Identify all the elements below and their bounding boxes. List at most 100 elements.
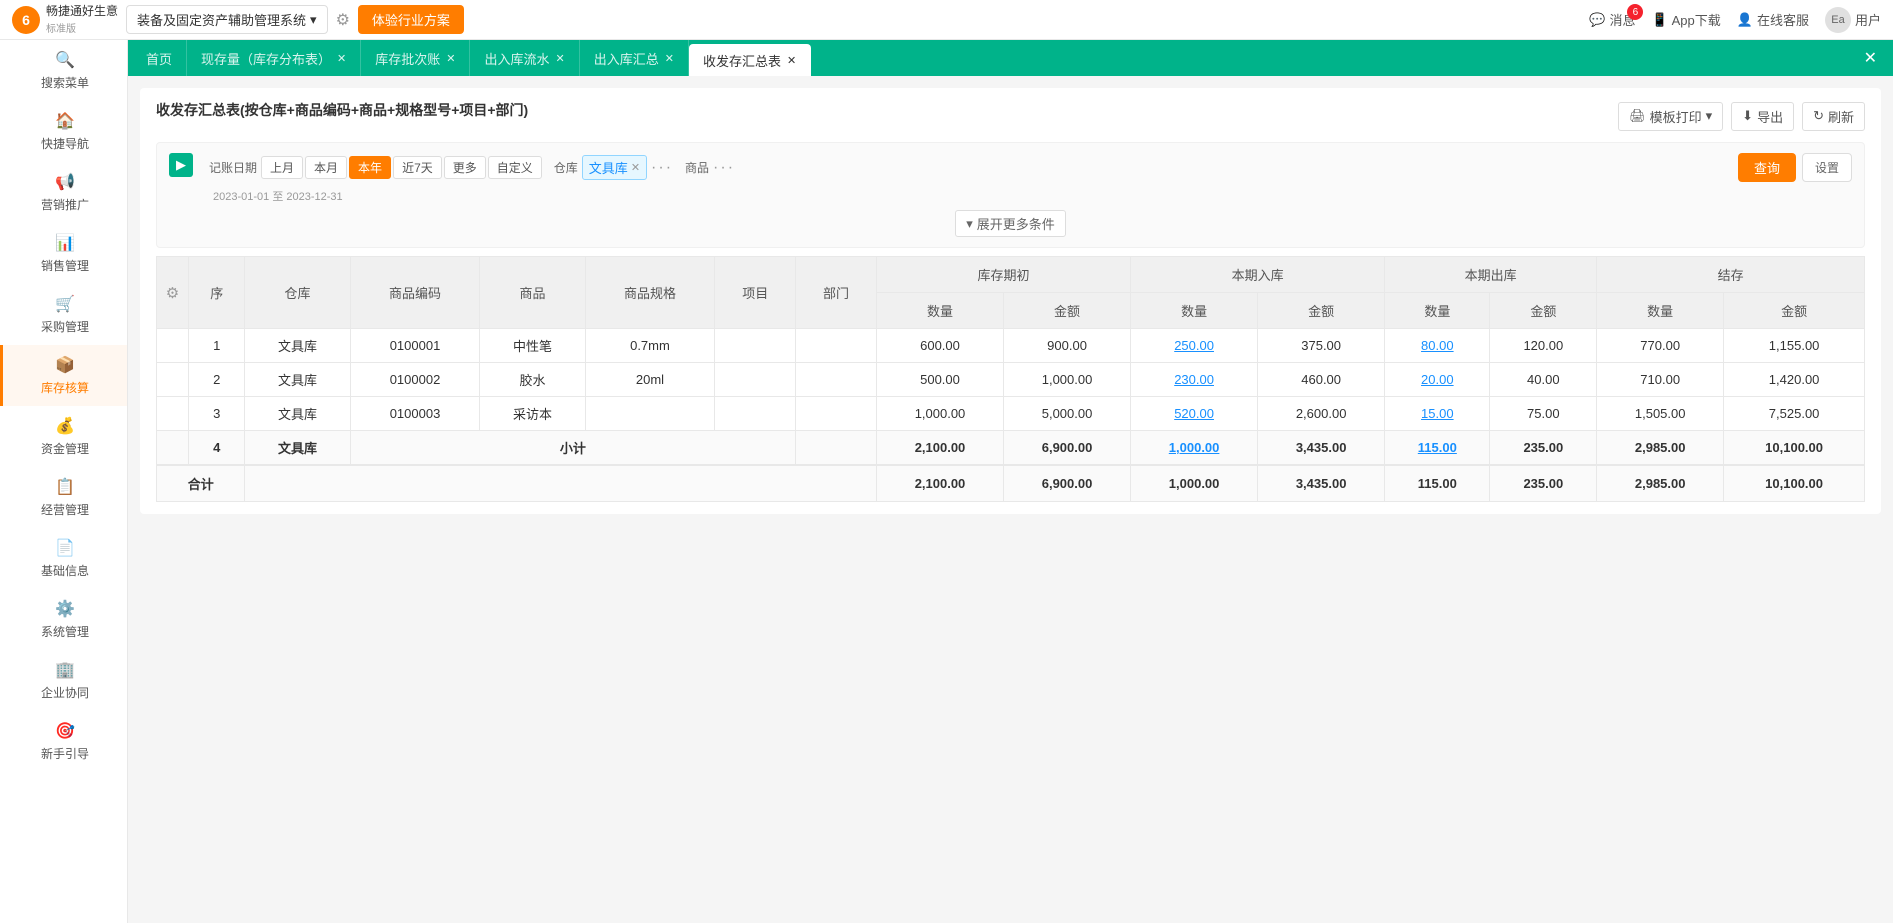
sidebar-item-enterprise[interactable]: 🏢 企业协同 — [0, 650, 127, 711]
message-item[interactable]: 💬 消息 6 — [1589, 10, 1635, 29]
tab-inventory-dist-label: 现存量（库存分布表） — [201, 49, 331, 68]
tab-inout-flow-close[interactable]: ✕ — [556, 52, 565, 65]
row-spec: 20ml — [585, 363, 715, 397]
tab-inventory-dist-close[interactable]: ✕ — [337, 52, 346, 65]
date-btn-custom[interactable]: 自定义 — [488, 156, 542, 179]
sidebar-item-operations[interactable]: 📋 经营管理 — [0, 467, 127, 528]
total-spacer — [245, 465, 877, 502]
col-closing-amt: 金额 — [1724, 293, 1865, 329]
subtotal-in-qty[interactable]: 1,000.00 — [1131, 431, 1258, 466]
finance-icon: 💰 — [55, 416, 75, 436]
sidebar-label-operations: 经营管理 — [41, 501, 89, 518]
sidebar-item-marketing[interactable]: 📢 营销推广 — [0, 162, 127, 223]
row-settings — [157, 329, 189, 363]
col-closing-group: 结存 — [1597, 257, 1865, 293]
row-name: 胶水 — [480, 363, 585, 397]
total-close-qty: 2,985.00 — [1597, 465, 1724, 502]
user-item[interactable]: Ea 用户 — [1825, 7, 1881, 33]
row-out-qty[interactable]: 20.00 — [1385, 363, 1490, 397]
user-label: 用户 — [1855, 10, 1881, 29]
row-in-qty[interactable]: 230.00 — [1131, 363, 1258, 397]
row-in-qty[interactable]: 520.00 — [1131, 397, 1258, 431]
row-in-qty[interactable]: 250.00 — [1131, 329, 1258, 363]
top-bar: 6 畅捷通好生意 标准版 装备及固定资产辅助管理系统 ▾ ⚙ 体验行业方案 💬 … — [0, 0, 1893, 40]
gear-icon[interactable]: ⚙ — [336, 10, 350, 30]
app-name: 畅捷通好生意 — [46, 4, 118, 20]
filter-arrow-btn[interactable]: ▶ — [169, 153, 193, 177]
sidebar-item-sales[interactable]: 📊 销售管理 — [0, 223, 127, 284]
tab-inventory-dist[interactable]: 现存量（库存分布表） ✕ — [187, 40, 361, 76]
tab-home[interactable]: 首页 — [132, 40, 187, 76]
row-num: 3 — [189, 397, 245, 431]
col-in-qty: 数量 — [1131, 293, 1258, 329]
template-print-label: 模板打印 — [1650, 107, 1702, 126]
sidebar: 🔍 搜索菜单 🏠 快捷导航 📢 营销推广 📊 销售管理 🛒 采购管理 📦 库存核… — [0, 40, 128, 923]
tab-batch-account-label: 库存批次账 — [375, 49, 440, 68]
query-button[interactable]: 查询 — [1738, 153, 1796, 182]
tab-batch-account[interactable]: 库存批次账 ✕ — [361, 40, 470, 76]
export-icon: ⬇ — [1742, 108, 1753, 124]
sidebar-item-newbie[interactable]: 🎯 新手引导 — [0, 711, 127, 772]
tab-bar-close-all[interactable]: ✕ — [1852, 48, 1889, 68]
sidebar-item-system[interactable]: ⚙️ 系统管理 — [0, 589, 127, 650]
date-btn-this-month[interactable]: 本月 — [305, 156, 347, 179]
sidebar-item-finance[interactable]: 💰 资金管理 — [0, 406, 127, 467]
sidebar-item-search-menu[interactable]: 🔍 搜索菜单 — [0, 40, 127, 101]
experience-button[interactable]: 体验行业方案 — [358, 5, 464, 34]
warehouse-more-btn[interactable]: ··· — [651, 159, 673, 177]
date-btn-this-year[interactable]: 本年 — [349, 156, 391, 179]
sidebar-item-basic-info[interactable]: 📄 基础信息 — [0, 528, 127, 589]
top-bar-left: 6 畅捷通好生意 标准版 装备及固定资产辅助管理系统 ▾ ⚙ 体验行业方案 — [12, 4, 464, 35]
tab-inout-flow[interactable]: 出入库流水 ✕ — [470, 40, 579, 76]
row-out-qty[interactable]: 15.00 — [1385, 397, 1490, 431]
template-print-button[interactable]: 🖨 模板打印 ▾ — [1618, 102, 1723, 131]
row-spec — [585, 397, 715, 431]
table-row: 3 文具库 0100003 采访本 1,000.00 5,000.00 520.… — [157, 397, 1865, 431]
tab-receipt-summary[interactable]: 收发存汇总表 ✕ — [689, 44, 811, 76]
top-bar-right: 💬 消息 6 📱 App下载 👤 在线客服 Ea 用户 — [1589, 7, 1881, 33]
row-code: 0100001 — [350, 329, 480, 363]
tab-inout-summary-close[interactable]: ✕ — [665, 52, 674, 65]
warehouse-tag-close[interactable]: ✕ — [631, 161, 640, 174]
sidebar-item-purchase[interactable]: 🛒 采购管理 — [0, 284, 127, 345]
tab-batch-account-close[interactable]: ✕ — [446, 52, 455, 65]
expand-label: 展开更多条件 — [977, 214, 1055, 233]
tab-inout-summary[interactable]: 出入库汇总 ✕ — [580, 40, 689, 76]
table-gear-icon[interactable]: ⚙ — [166, 285, 179, 302]
row-open-qty: 1,000.00 — [876, 397, 1003, 431]
online-service-item[interactable]: 👤 在线客服 — [1737, 10, 1809, 29]
enterprise-icon: 🏢 — [55, 660, 75, 680]
tab-receipt-summary-close[interactable]: ✕ — [787, 54, 796, 67]
refresh-button[interactable]: ↻ 刷新 — [1802, 102, 1865, 131]
date-btn-7days[interactable]: 近7天 — [393, 156, 442, 179]
subtotal-dept — [796, 431, 877, 466]
subtotal-close-qty: 2,985.00 — [1597, 431, 1724, 466]
expand-btn[interactable]: ▾ 展开更多条件 — [955, 210, 1066, 237]
row-settings — [157, 397, 189, 431]
system-selector[interactable]: 装备及固定资产辅助管理系统 ▾ — [126, 5, 328, 34]
col-warehouse-header: 仓库 — [245, 257, 350, 329]
col-dept-header: 部门 — [796, 257, 877, 329]
app-download-item[interactable]: 📱 App下载 — [1651, 10, 1720, 29]
total-out-amt: 235.00 — [1490, 465, 1597, 502]
goods-more-btn[interactable]: ··· — [713, 159, 735, 177]
basic-info-icon: 📄 — [55, 538, 75, 558]
date-btn-last-month[interactable]: 上月 — [261, 156, 303, 179]
sidebar-label-sales: 销售管理 — [41, 257, 89, 274]
subtotal-out-qty[interactable]: 115.00 — [1385, 431, 1490, 466]
table-row: 1 文具库 0100001 中性笔 0.7mm 600.00 900.00 25… — [157, 329, 1865, 363]
sidebar-item-inventory[interactable]: 📦 库存核算 — [0, 345, 127, 406]
row-close-amt: 1,155.00 — [1724, 329, 1865, 363]
export-button[interactable]: ⬇ 导出 — [1731, 102, 1794, 131]
setting-button[interactable]: 设置 — [1802, 153, 1852, 182]
col-settings-header[interactable]: ⚙ — [157, 257, 189, 329]
sidebar-item-quick-nav[interactable]: 🏠 快捷导航 — [0, 101, 127, 162]
date-btn-more[interactable]: 更多 — [444, 156, 486, 179]
row-out-qty[interactable]: 80.00 — [1385, 329, 1490, 363]
row-num: 2 — [189, 363, 245, 397]
col-in-amt: 金额 — [1258, 293, 1385, 329]
sidebar-label-finance: 资金管理 — [41, 440, 89, 457]
total-open-amt: 6,900.00 — [1004, 465, 1131, 502]
row-name: 采访本 — [480, 397, 585, 431]
subtotal-num: 4 — [189, 431, 245, 466]
